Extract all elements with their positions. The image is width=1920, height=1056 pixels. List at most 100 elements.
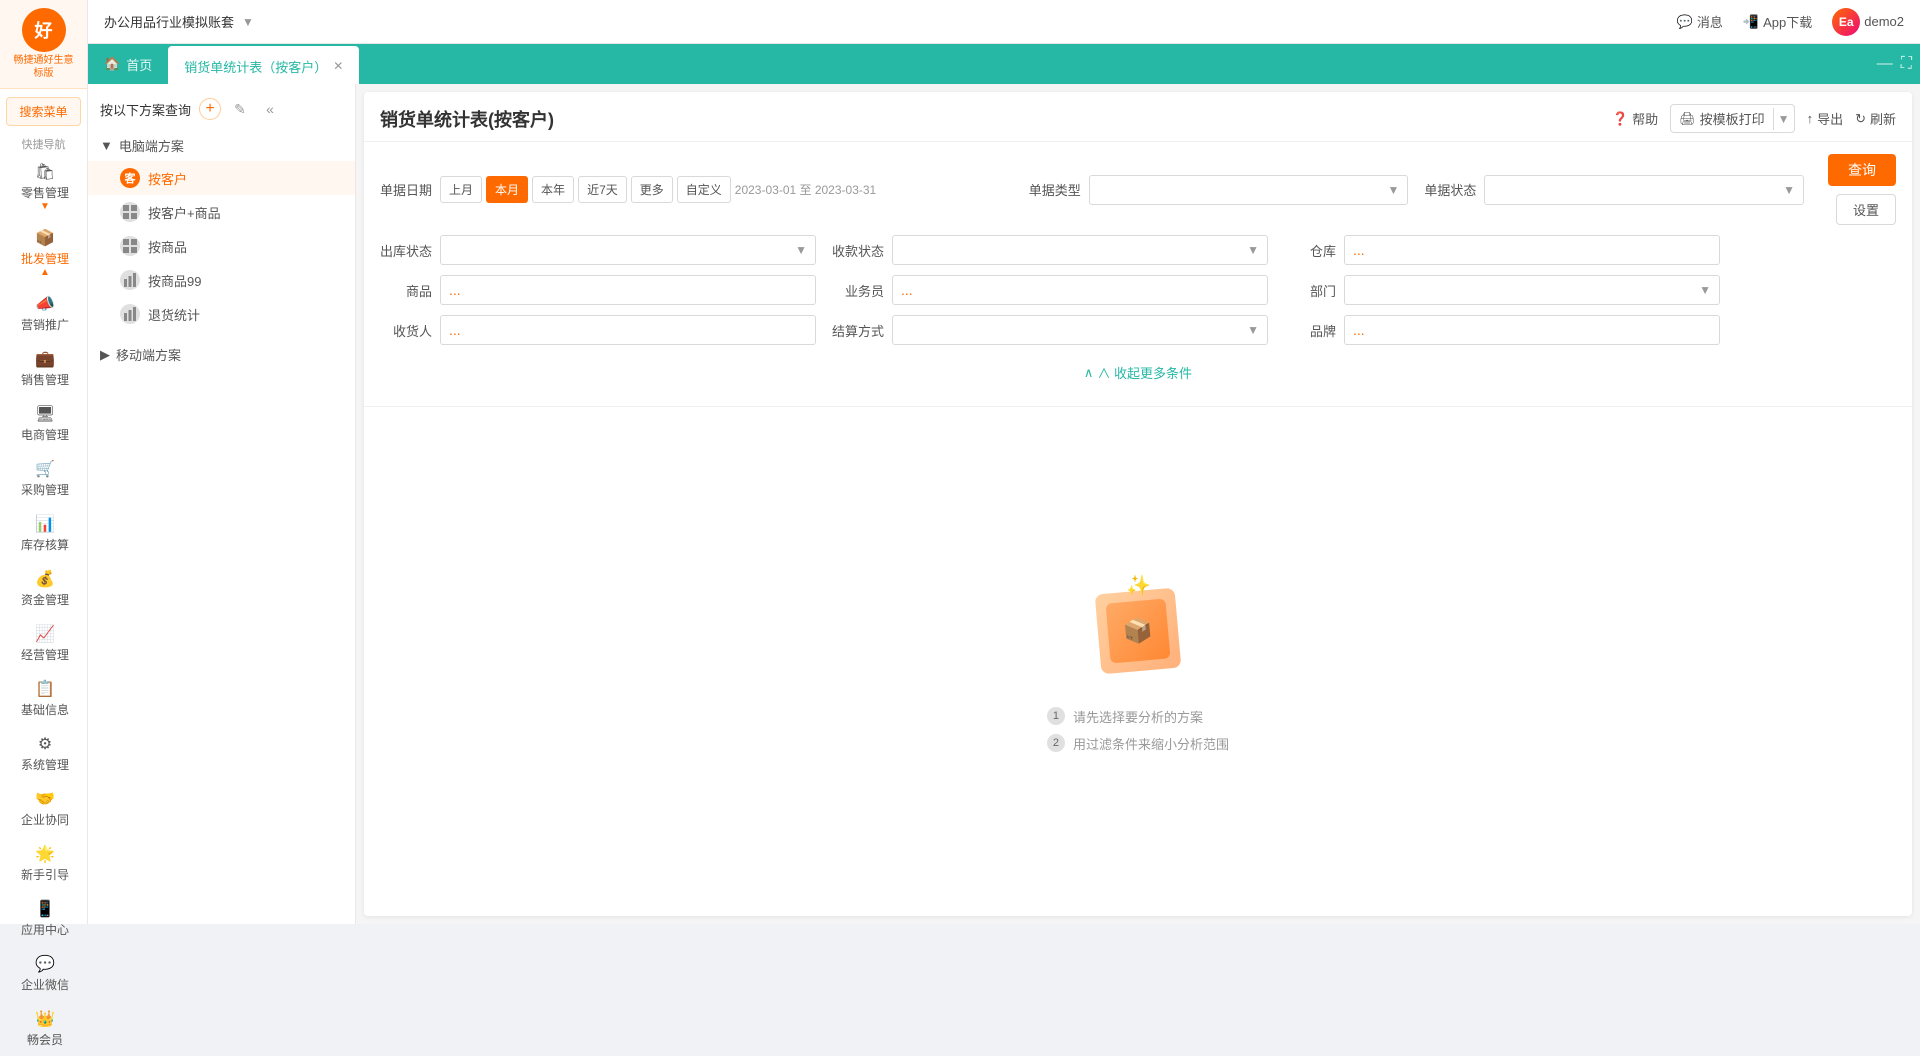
sidebar-item-retail[interactable]: 🛍 零售管理 ▼ [0, 154, 87, 220]
scheme-by-customer[interactable]: 客 按客户 [88, 161, 355, 195]
type-select[interactable]: ▼ [1089, 175, 1409, 205]
scheme-by-goods[interactable]: 按商品 [88, 229, 355, 263]
pay-status-filter: 收款状态 ▼ [832, 235, 1268, 265]
date-last-month-btn[interactable]: 上月 [440, 176, 482, 203]
logo-text: 畅捷通好生意标版 [14, 54, 74, 80]
sidebar-item-inventory[interactable]: 📊 库存核算 [0, 506, 87, 561]
date-custom-btn[interactable]: 自定义 [677, 176, 731, 203]
sidebar-item-enterprise[interactable]: 🤝 企业协同 [0, 781, 87, 836]
topbar-title: 办公用品行业模拟账套 [104, 12, 234, 31]
return-icon [120, 304, 140, 324]
edit-scheme-button[interactable]: ✎ [229, 98, 251, 120]
tab-sales-stat[interactable]: 销货单统计表（按客户） ✕ [168, 46, 359, 86]
empty-state: 📦 ✨ 1 请先选择要分析的方案 2 用过滤条件来缩小分析范围 [364, 407, 1912, 916]
receiver-filter: 收货人 ... [380, 315, 816, 345]
app-download-button[interactable]: 📲 App下载 [1743, 12, 1812, 31]
page-title: 销货单统计表(按客户) [380, 106, 554, 132]
settings-button[interactable]: 设置 [1836, 194, 1896, 225]
collapse-bar: ∧ ∧ 收起更多条件 [380, 355, 1896, 394]
goods-filter: 商品 ... [380, 275, 816, 305]
out-status-select[interactable]: ▼ [440, 235, 816, 265]
print-template-button[interactable]: 🖨 按模板打印 [1671, 105, 1773, 132]
sidebar-item-vip[interactable]: 👑 畅会员 [0, 1001, 87, 1056]
sidebar-item-operations[interactable]: 📈 经营管理 [0, 616, 87, 671]
avatar: Ea [1832, 8, 1860, 36]
tab-home[interactable]: 🏠 首页 [88, 44, 168, 84]
chevron-right-icon: ▶ [100, 347, 110, 363]
tab-close-icon[interactable]: ✕ [333, 59, 343, 73]
sidebar-item-purchase[interactable]: 🛒 采购管理 [0, 451, 87, 506]
goods-input[interactable]: ... [440, 275, 816, 305]
sidebar-item-finance[interactable]: 💰 资金管理 [0, 561, 87, 616]
payment-select[interactable]: ▼ [892, 315, 1268, 345]
status-label: 单据状态 [1424, 180, 1476, 199]
search-menu-button[interactable]: 搜索菜单 [6, 97, 81, 126]
export-button[interactable]: ↑ 导出 [1807, 109, 1844, 128]
desktop-group-label: 电脑端方案 [119, 136, 184, 155]
hint-1-number: 1 [1047, 707, 1065, 725]
date-this-month-btn[interactable]: 本月 [486, 176, 528, 203]
collapse-icon: ∧ [1084, 365, 1094, 381]
sidebar-item-ecommerce[interactable]: 🖥 电商管理 [0, 396, 87, 451]
collapse-more-button[interactable]: ∧ ∧ 收起更多条件 [1072, 359, 1204, 386]
salesperson-input[interactable]: ... [892, 275, 1268, 305]
scheme-by-goods-99[interactable]: 按商品99 [88, 263, 355, 297]
date-this-year-btn[interactable]: 本年 [532, 176, 574, 203]
help-button[interactable]: ❓ 帮助 [1612, 109, 1658, 128]
salesperson-filter: 业务员 ... [832, 275, 1268, 305]
filter-row-3: 商品 ... 业务员 ... 部门 [380, 275, 1896, 305]
finance-icon: 💰 [35, 569, 55, 589]
refresh-button[interactable]: ↻ 刷新 [1855, 109, 1896, 128]
sidebar-item-system[interactable]: ⚙ 系统管理 [0, 726, 87, 781]
sidebar-item-sales[interactable]: 💼 销售管理 [0, 341, 87, 396]
wholesale-arrow-icon: ▲ [40, 267, 50, 278]
mobile-group-label: 移动端方案 [116, 345, 181, 364]
goods-icon [120, 236, 140, 256]
sidebar-item-appcenter[interactable]: 📱 应用中心 [0, 891, 87, 946]
export-icon: ↑ [1807, 111, 1814, 126]
type-dropdown-icon: ▼ [1387, 183, 1399, 197]
action-column: 查询 设置 [1820, 154, 1896, 225]
ecommerce-icon: 🖥 [35, 404, 55, 424]
salesperson-label: 业务员 [832, 281, 884, 300]
window-maximize-icon[interactable]: ⛶ [1901, 55, 1912, 73]
purchase-icon: 🛒 [35, 459, 55, 479]
sidebar: 好 畅捷通好生意标版 搜索菜单 快捷导航 🛍 零售管理 ▼ 📦 批发管理 ▲ 📣… [0, 0, 88, 924]
empty-hint-1: 1 请先选择要分析的方案 [1047, 707, 1229, 726]
query-button[interactable]: 查询 [1828, 154, 1896, 186]
mobile-group-toggle[interactable]: ▶ 移动端方案 [88, 339, 355, 370]
department-select[interactable]: ▼ [1344, 275, 1720, 305]
goods-input-dots: ... [449, 282, 461, 298]
receiver-input[interactable]: ... [440, 315, 816, 345]
user-menu[interactable]: Ea demo2 [1832, 8, 1904, 36]
sidebar-item-basic[interactable]: 📋 基础信息 [0, 671, 87, 726]
scheme-by-customer-goods[interactable]: 按客户+商品 [88, 195, 355, 229]
warehouse-filter: 仓库 ... [1284, 235, 1720, 265]
sidebar-item-newguide[interactable]: 🌟 新手引导 [0, 836, 87, 891]
newguide-icon: 🌟 [35, 844, 55, 864]
topbar-dropdown-icon[interactable]: ▼ [242, 15, 254, 29]
scheme-return-stat[interactable]: 退货统计 [88, 297, 355, 331]
message-button[interactable]: 💬 消息 [1677, 12, 1723, 31]
desktop-group-toggle[interactable]: ▼ 电脑端方案 [88, 130, 355, 161]
sidebar-item-wholesale[interactable]: 📦 批发管理 ▲ [0, 220, 87, 286]
collapse-panel-button[interactable]: « [259, 98, 281, 120]
window-minimize-icon[interactable]: — [1877, 55, 1893, 73]
add-scheme-button[interactable]: + [199, 98, 221, 120]
status-select[interactable]: ▼ [1484, 175, 1804, 205]
department-label: 部门 [1284, 281, 1336, 300]
sidebar-item-marketing[interactable]: 📣 营销推广 [0, 286, 87, 341]
print-dropdown-button[interactable]: ▼ [1773, 108, 1794, 130]
content-area: 按以下方案查询 + ✎ « ▼ 电脑端方案 客 按客户 [88, 84, 1920, 924]
brand-input[interactable]: ... [1344, 315, 1720, 345]
pay-status-dropdown-icon: ▼ [1247, 243, 1259, 257]
wechat-icon: 💬 [35, 954, 55, 974]
department-filter: 部门 ▼ [1284, 275, 1720, 305]
pay-status-select[interactable]: ▼ [892, 235, 1268, 265]
warehouse-input[interactable]: ... [1344, 235, 1720, 265]
date-last-7-days-btn[interactable]: 近7天 [578, 176, 627, 203]
department-dropdown-icon: ▼ [1699, 283, 1711, 297]
sidebar-item-wechat[interactable]: 💬 企业微信 [0, 946, 87, 1001]
topbar: 办公用品行业模拟账套 ▼ 💬 消息 📲 App下载 Ea demo2 [88, 0, 1920, 44]
date-more-btn[interactable]: 更多 [631, 176, 673, 203]
